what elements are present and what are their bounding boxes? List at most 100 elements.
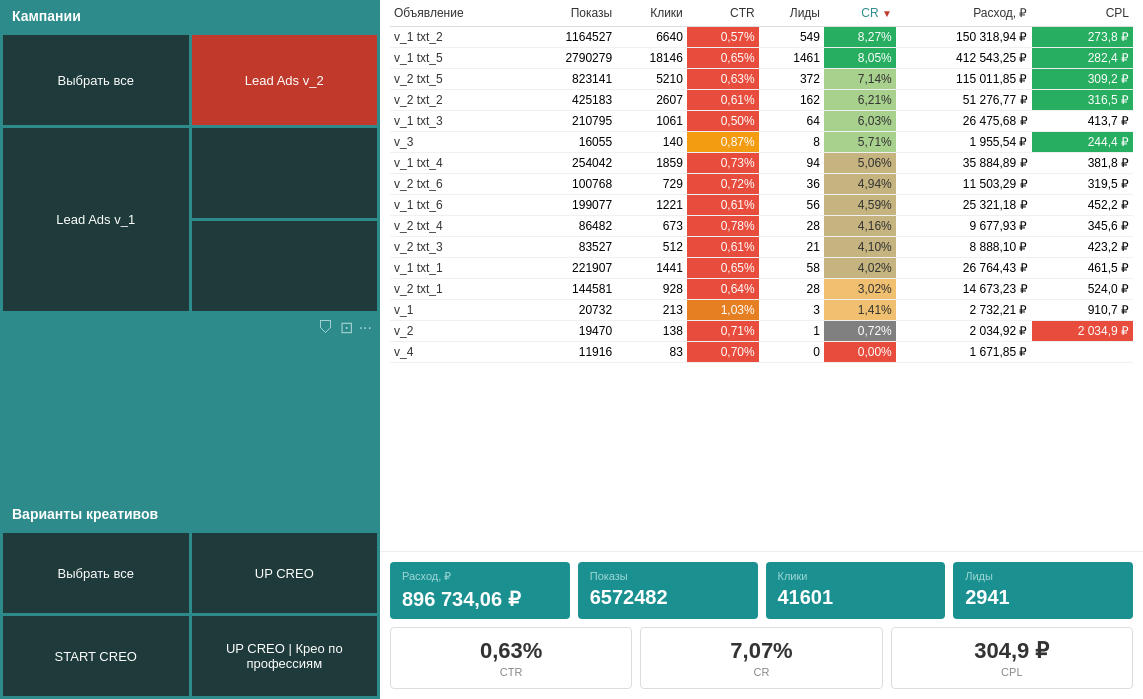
cell-cr: 8,27% bbox=[824, 27, 896, 48]
cell-shows: 144581 bbox=[523, 279, 617, 300]
cell-ctr: 0,87% bbox=[687, 132, 759, 153]
table-row[interactable]: v_1 txt_321079510610,50%646,03%26 475,68… bbox=[390, 111, 1133, 132]
col-header-shows[interactable]: Показы bbox=[523, 0, 617, 27]
cell-ad: v_4 bbox=[390, 342, 523, 363]
more-icon[interactable]: ··· bbox=[359, 319, 372, 337]
cell-cpl: 461,5 ₽ bbox=[1032, 258, 1134, 279]
cell-clicks: 83 bbox=[616, 342, 687, 363]
cell-cpl: 524,0 ₽ bbox=[1032, 279, 1134, 300]
cell-cr: 0,72% bbox=[824, 321, 896, 342]
cell-cpl: 423,2 ₽ bbox=[1032, 237, 1134, 258]
cell-cpl: 316,5 ₽ bbox=[1032, 90, 1134, 111]
col-header-cpl[interactable]: CPL bbox=[1032, 0, 1134, 27]
cell-clicks: 18146 bbox=[616, 48, 687, 69]
data-table-container[interactable]: Объявление Показы Клики CTR Лиды CR ▼ Ра… bbox=[380, 0, 1143, 551]
creative-select-all[interactable]: Выбрать все bbox=[3, 533, 189, 613]
summary-ctr-label: CTR bbox=[403, 666, 619, 678]
table-row[interactable]: v_1 txt_425404218590,73%945,06%35 884,89… bbox=[390, 153, 1133, 174]
table-row[interactable]: v_411916830,70%00,00%1 671,85 ₽ bbox=[390, 342, 1133, 363]
table-row[interactable]: v_2 txt_582314152100,63%3727,14%115 011,… bbox=[390, 69, 1133, 90]
cell-leads: 1461 bbox=[759, 48, 824, 69]
cell-cr: 4,94% bbox=[824, 174, 896, 195]
cell-clicks: 1441 bbox=[616, 258, 687, 279]
cell-ad: v_2 txt_3 bbox=[390, 237, 523, 258]
table-row[interactable]: v_2 txt_61007687290,72%364,94%11 503,29 … bbox=[390, 174, 1133, 195]
cell-ad: v_1 txt_2 bbox=[390, 27, 523, 48]
creative-start-creo[interactable]: START CREO bbox=[3, 616, 189, 696]
cell-cpl: 413,7 ₽ bbox=[1032, 111, 1134, 132]
cell-clicks: 1061 bbox=[616, 111, 687, 132]
filter-icon[interactable]: ⛉ bbox=[318, 319, 334, 337]
cell-cr: 4,10% bbox=[824, 237, 896, 258]
cell-spend: 51 276,77 ₽ bbox=[896, 90, 1032, 111]
cell-shows: 16055 bbox=[523, 132, 617, 153]
campaign-lead-ads-v2[interactable]: Lead Ads v_2 bbox=[192, 35, 378, 125]
cell-spend: 11 503,29 ₽ bbox=[896, 174, 1032, 195]
summary-clicks-label: Клики bbox=[778, 570, 934, 582]
creative-up-creo[interactable]: UP CREO bbox=[192, 533, 378, 613]
table-row[interactable]: v_1 txt_52790279181460,65%14618,05%412 5… bbox=[390, 48, 1133, 69]
table-row[interactable]: v_1 txt_122190714410,65%584,02%26 764,43… bbox=[390, 258, 1133, 279]
cell-cr: 5,71% bbox=[824, 132, 896, 153]
table-row[interactable]: v_1 txt_2116452766400,57%5498,27%150 318… bbox=[390, 27, 1133, 48]
cell-shows: 210795 bbox=[523, 111, 617, 132]
cell-clicks: 6640 bbox=[616, 27, 687, 48]
table-row[interactable]: v_2 txt_242518326070,61%1626,21%51 276,7… bbox=[390, 90, 1133, 111]
table-row[interactable]: v_2194701380,71%10,72%2 034,92 ₽2 034,9 … bbox=[390, 321, 1133, 342]
summary-leads-label: Лиды bbox=[965, 570, 1121, 582]
cell-shows: 199077 bbox=[523, 195, 617, 216]
cell-spend: 2 034,92 ₽ bbox=[896, 321, 1032, 342]
cell-spend: 412 543,25 ₽ bbox=[896, 48, 1032, 69]
table-row[interactable]: v_2 txt_3835275120,61%214,10%8 888,10 ₽4… bbox=[390, 237, 1133, 258]
col-header-cr[interactable]: CR ▼ bbox=[824, 0, 896, 27]
expand-icon[interactable]: ⊡ bbox=[340, 318, 353, 337]
cell-ad: v_3 bbox=[390, 132, 523, 153]
col-header-clicks[interactable]: Клики bbox=[616, 0, 687, 27]
col-header-ad[interactable]: Объявление bbox=[390, 0, 523, 27]
cell-shows: 425183 bbox=[523, 90, 617, 111]
col-header-spend[interactable]: Расход, ₽ bbox=[896, 0, 1032, 27]
table-row[interactable]: v_1 txt_619907712210,61%564,59%25 321,18… bbox=[390, 195, 1133, 216]
cell-ctr: 0,61% bbox=[687, 237, 759, 258]
summary-card-leads: Лиды 2941 bbox=[953, 562, 1133, 619]
table-row[interactable]: v_1207322131,03%31,41%2 732,21 ₽910,7 ₽ bbox=[390, 300, 1133, 321]
cell-ad: v_1 txt_6 bbox=[390, 195, 523, 216]
summary-shows-value: 6572482 bbox=[590, 586, 746, 609]
campaign-empty1[interactable] bbox=[192, 128, 378, 218]
summary-stat-cpl: 304,9 ₽ CPL bbox=[891, 627, 1133, 689]
cell-spend: 1 955,54 ₽ bbox=[896, 132, 1032, 153]
cell-clicks: 928 bbox=[616, 279, 687, 300]
cell-cpl: 381,8 ₽ bbox=[1032, 153, 1134, 174]
cell-ad: v_2 txt_6 bbox=[390, 174, 523, 195]
cell-cpl: 319,5 ₽ bbox=[1032, 174, 1134, 195]
cell-cr: 7,14% bbox=[824, 69, 896, 90]
cell-clicks: 213 bbox=[616, 300, 687, 321]
cell-cr: 6,03% bbox=[824, 111, 896, 132]
cell-ad: v_1 txt_3 bbox=[390, 111, 523, 132]
table-row[interactable]: v_2 txt_11445819280,64%283,02%14 673,23 … bbox=[390, 279, 1133, 300]
col-header-leads[interactable]: Лиды bbox=[759, 0, 824, 27]
campaigns-grid: Выбрать все Lead Ads v_2 Lead Ads v_1 bbox=[0, 32, 380, 314]
cell-leads: 162 bbox=[759, 90, 824, 111]
cell-ad: v_2 txt_4 bbox=[390, 216, 523, 237]
cell-ctr: 0,57% bbox=[687, 27, 759, 48]
cell-spend: 35 884,89 ₽ bbox=[896, 153, 1032, 174]
cell-ctr: 0,64% bbox=[687, 279, 759, 300]
cell-leads: 372 bbox=[759, 69, 824, 90]
cell-cr: 6,21% bbox=[824, 90, 896, 111]
col-header-ctr[interactable]: CTR bbox=[687, 0, 759, 27]
cell-clicks: 1859 bbox=[616, 153, 687, 174]
table-row[interactable]: v_2 txt_4864826730,78%284,16%9 677,93 ₽3… bbox=[390, 216, 1133, 237]
cell-cpl: 309,2 ₽ bbox=[1032, 69, 1134, 90]
cell-leads: 58 bbox=[759, 258, 824, 279]
cell-ad: v_1 txt_5 bbox=[390, 48, 523, 69]
creative-up-creo-prof[interactable]: UP CREO | Крео по профессиям bbox=[192, 616, 378, 696]
cell-shows: 1164527 bbox=[523, 27, 617, 48]
campaign-lead-ads-v1[interactable]: Lead Ads v_1 bbox=[3, 128, 189, 311]
campaign-select-all[interactable]: Выбрать все bbox=[3, 35, 189, 125]
campaign-empty2[interactable] bbox=[192, 221, 378, 311]
cell-spend: 9 677,93 ₽ bbox=[896, 216, 1032, 237]
summary-ctr-value: 0,63% bbox=[403, 638, 619, 664]
table-row[interactable]: v_3160551400,87%85,71%1 955,54 ₽244,4 ₽ bbox=[390, 132, 1133, 153]
cell-cr: 5,06% bbox=[824, 153, 896, 174]
